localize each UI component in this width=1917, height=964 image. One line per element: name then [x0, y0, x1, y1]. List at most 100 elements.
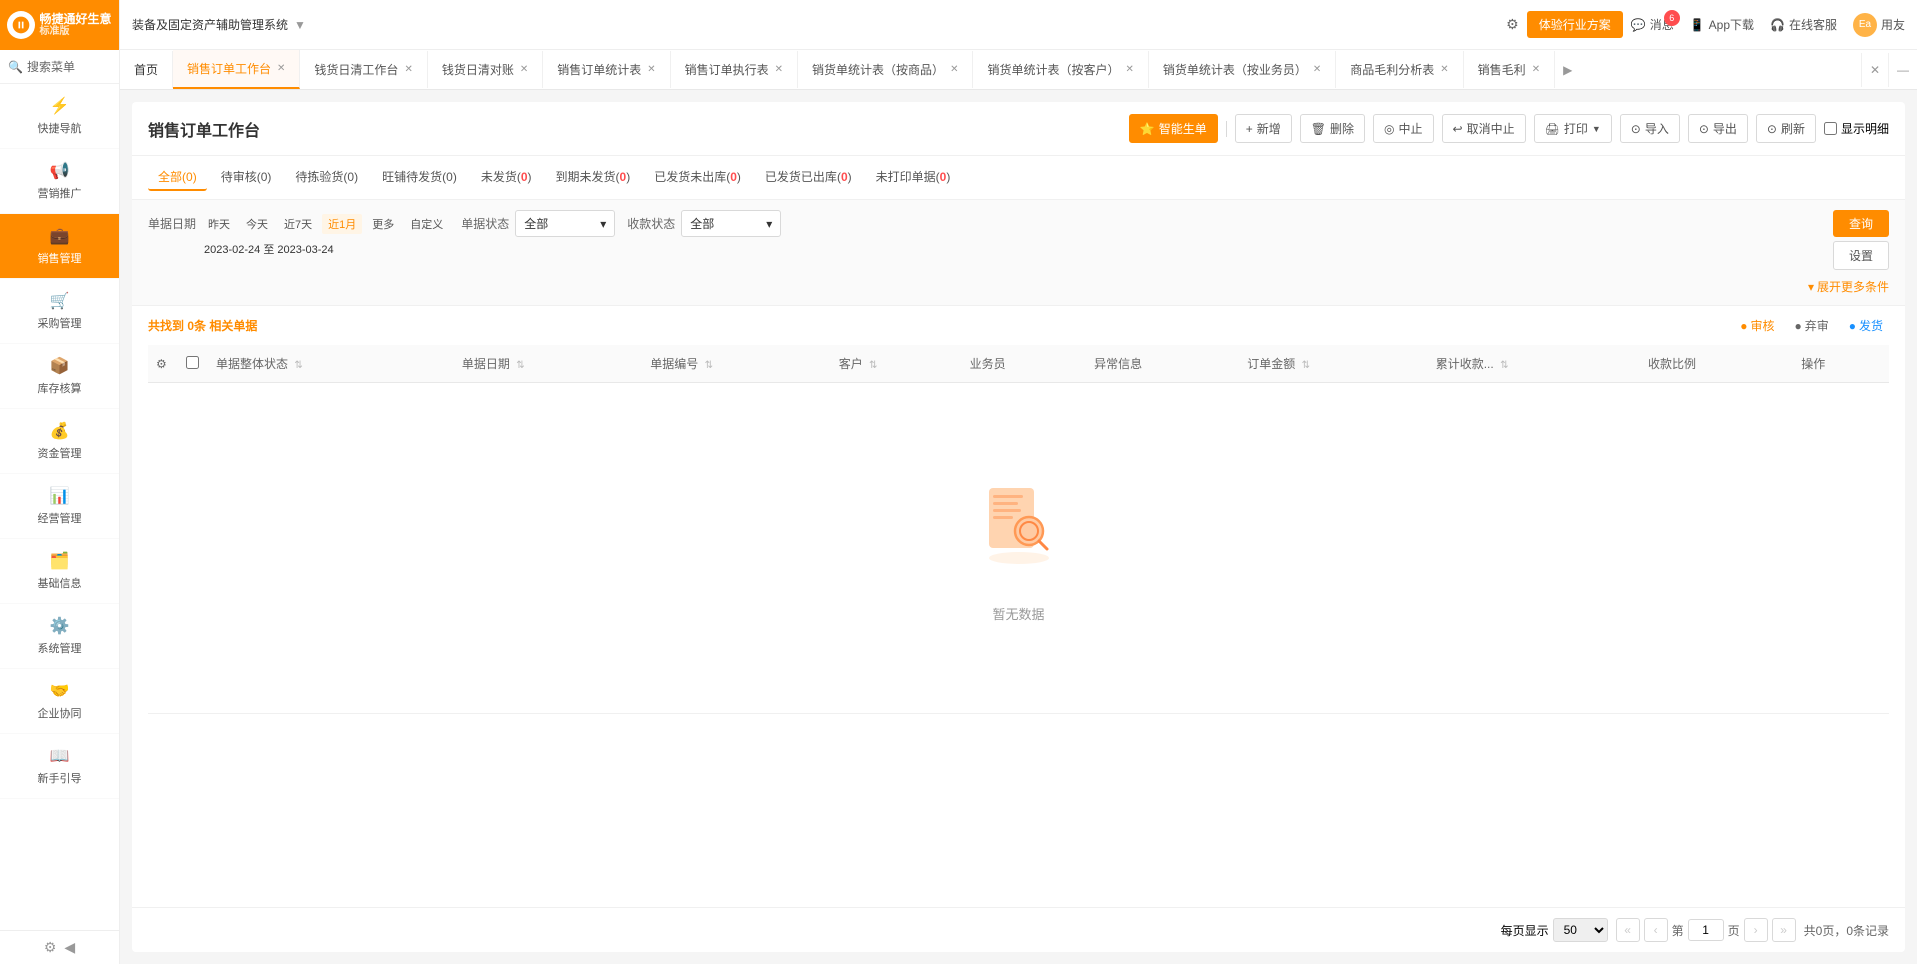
- date-7days-btn[interactable]: 近7天: [278, 214, 318, 234]
- sidebar-item-marketing[interactable]: 📢 营销推广: [0, 149, 119, 214]
- filter-tab-shipped-not-out[interactable]: 已发货未出库(0): [644, 164, 751, 191]
- status-select[interactable]: 全部 ▾: [515, 210, 615, 237]
- tab-order-exec[interactable]: 销售订单执行表 ✕: [671, 51, 798, 88]
- print-btn[interactable]: 🖨 打印 ▼: [1534, 114, 1612, 143]
- export-btn[interactable]: ⊙ 导出: [1688, 114, 1748, 143]
- filter-tab-pending-check[interactable]: 待拣验货(0): [285, 164, 368, 191]
- query-btn[interactable]: 查询: [1833, 210, 1889, 237]
- filter-tab-all[interactable]: 全部(0): [148, 164, 207, 191]
- sidebar-collapse-btn[interactable]: ◀: [64, 939, 75, 956]
- sidebar-item-sales[interactable]: 💼 销售管理: [0, 214, 119, 279]
- settings-btn[interactable]: 设置: [1833, 241, 1889, 270]
- tab-home[interactable]: 首页: [120, 51, 173, 88]
- smart-order-btn[interactable]: ⭐ 智能生单: [1129, 114, 1218, 143]
- tab-sales-stats-product[interactable]: 销货单统计表（按商品） ✕: [798, 51, 973, 88]
- filter-tab-shipped-out[interactable]: 已发货已出库(0): [755, 164, 862, 191]
- tab-sales-order[interactable]: 销售订单工作台 ✕: [173, 50, 300, 89]
- sidebar-settings-btn[interactable]: ⚙: [44, 939, 57, 956]
- tab-sales-margin[interactable]: 销售毛利 ✕: [1464, 51, 1555, 88]
- bulk-void-btn[interactable]: ● 弃审: [1788, 314, 1834, 337]
- cancel-suspend-btn[interactable]: ↩ 取消中止: [1442, 114, 1526, 143]
- show-detail-label[interactable]: 显示明细: [1824, 120, 1889, 137]
- topbar-solution-btn[interactable]: 体验行业方案: [1527, 11, 1623, 38]
- sidebar-item-purchase[interactable]: 🛒 采购管理: [0, 279, 119, 344]
- date-today-btn[interactable]: 今天: [240, 214, 274, 234]
- date-1month-btn[interactable]: 近1月: [322, 214, 362, 234]
- filter-tab-not-shipped[interactable]: 未发货(0): [471, 164, 542, 191]
- sidebar-item-quick-nav[interactable]: ⚡ 快捷导航: [0, 84, 119, 149]
- filter-tab-not-printed[interactable]: 未打印单据(0): [866, 164, 961, 191]
- date-custom-btn[interactable]: 自定义: [404, 214, 449, 234]
- topbar-user[interactable]: Ea 用友: [1853, 13, 1905, 37]
- suspend-btn[interactable]: ◎ 中止: [1373, 114, 1434, 143]
- tab-cash-reconcile[interactable]: 钱货日清对账 ✕: [428, 51, 543, 88]
- col-settings-header[interactable]: ⚙: [148, 345, 178, 383]
- tab-order-exec-close[interactable]: ✕: [775, 64, 783, 75]
- bulk-ship-btn[interactable]: ● 发货: [1843, 314, 1889, 337]
- tab-sales-stats-staff[interactable]: 销货单统计表（按业务员） ✕: [1149, 51, 1336, 88]
- tab-order-stats-close[interactable]: ✕: [647, 64, 655, 75]
- sidebar-item-inventory[interactable]: 📦 库存核算: [0, 344, 119, 409]
- sidebar-item-basic[interactable]: 🗂️ 基础信息: [0, 539, 119, 604]
- topbar-dropdown-icon[interactable]: ▼: [294, 18, 306, 32]
- sidebar-search[interactable]: 🔍 搜索菜单: [0, 50, 119, 84]
- tabs-more-btn[interactable]: ▶: [1555, 53, 1580, 87]
- tabs-minimize-btn[interactable]: —: [1888, 53, 1917, 87]
- date-more-btn[interactable]: 更多: [366, 214, 400, 234]
- number-sort-icon[interactable]: ⇅: [705, 360, 713, 371]
- topbar-settings-icon[interactable]: ⚙: [1506, 16, 1519, 33]
- tab-sales-stats-staff-close[interactable]: ✕: [1313, 64, 1321, 75]
- filter-tab-pending-review[interactable]: 待审核(0): [211, 164, 282, 191]
- sidebar-item-system[interactable]: ⚙️ 系统管理: [0, 604, 119, 669]
- expand-conditions-btn[interactable]: ▾ 展开更多条件: [1808, 278, 1889, 295]
- service-label: 在线客服: [1789, 16, 1837, 33]
- page-size-dropdown[interactable]: 10 20 50 100: [1553, 918, 1608, 942]
- customer-sort-icon[interactable]: ⇅: [869, 360, 877, 371]
- sidebar-item-guide[interactable]: 📖 新手引导: [0, 734, 119, 799]
- page-input[interactable]: 1: [1688, 919, 1724, 941]
- add-btn[interactable]: + 新增: [1235, 114, 1292, 143]
- date-sort-icon[interactable]: ⇅: [516, 360, 524, 371]
- tab-sales-stats-product-close[interactable]: ✕: [950, 64, 958, 75]
- tab-sales-margin-close[interactable]: ✕: [1532, 64, 1540, 75]
- tab-gross-profit[interactable]: 商品毛利分析表 ✕: [1336, 51, 1463, 88]
- delete-btn[interactable]: 🗑 删除: [1300, 114, 1365, 143]
- page-next-btn[interactable]: ›: [1744, 918, 1768, 942]
- tabs-close-all-btn[interactable]: ✕: [1861, 53, 1888, 87]
- tab-gross-profit-close[interactable]: ✕: [1440, 64, 1448, 75]
- purchase-icon: 🛒: [50, 291, 70, 311]
- bulk-audit-btn[interactable]: ● 审核: [1734, 314, 1780, 337]
- topbar-message[interactable]: 💬 消息 6: [1631, 16, 1674, 33]
- col-checkbox-header[interactable]: [178, 345, 208, 383]
- table-body: 暂无数据: [148, 383, 1889, 714]
- amount-sort-icon[interactable]: ⇅: [1302, 360, 1310, 371]
- tab-cash-daily[interactable]: 钱货日清工作台 ✕: [300, 51, 427, 88]
- date-yesterday-btn[interactable]: 昨天: [202, 214, 236, 234]
- page-first-btn[interactable]: «: [1616, 918, 1640, 942]
- select-all-checkbox[interactable]: [186, 356, 199, 369]
- collected-sort-icon[interactable]: ⇅: [1500, 360, 1508, 371]
- import-btn[interactable]: ⊙ 导入: [1620, 114, 1680, 143]
- sidebar-item-finance[interactable]: 💰 资金管理: [0, 409, 119, 474]
- tab-order-stats[interactable]: 销售订单统计表 ✕: [543, 51, 670, 88]
- basic-label: 基础信息: [38, 575, 82, 591]
- filter-tab-wangpu-ship[interactable]: 旺铺待发货(0): [372, 164, 467, 191]
- topbar-app-download[interactable]: 📱 App下载: [1690, 16, 1754, 33]
- payment-select[interactable]: 全部 ▾: [681, 210, 781, 237]
- page-prev-btn[interactable]: ‹: [1644, 918, 1668, 942]
- show-detail-checkbox[interactable]: [1824, 122, 1837, 135]
- topbar-right: 💬 消息 6 📱 App下载 🎧 在线客服 Ea 用友: [1631, 13, 1905, 37]
- sidebar-item-cooperation[interactable]: 🤝 企业协同: [0, 669, 119, 734]
- refresh-btn[interactable]: ⊙ 刷新: [1756, 114, 1816, 143]
- status-sort-icon[interactable]: ⇅: [294, 360, 302, 371]
- tab-sales-stats-customer[interactable]: 销货单统计表（按客户） ✕: [973, 51, 1148, 88]
- tab-sales-stats-customer-close[interactable]: ✕: [1125, 64, 1133, 75]
- system-icon: ⚙️: [50, 616, 70, 636]
- page-last-btn[interactable]: »: [1772, 918, 1796, 942]
- tab-cash-reconcile-close[interactable]: ✕: [520, 64, 528, 75]
- topbar-service[interactable]: 🎧 在线客服: [1770, 16, 1837, 33]
- sidebar-item-operation[interactable]: 📊 经营管理: [0, 474, 119, 539]
- tab-cash-daily-close[interactable]: ✕: [404, 64, 412, 75]
- tab-sales-order-close[interactable]: ✕: [277, 63, 285, 74]
- filter-tab-overdue-ship[interactable]: 到期未发货(0): [546, 164, 641, 191]
